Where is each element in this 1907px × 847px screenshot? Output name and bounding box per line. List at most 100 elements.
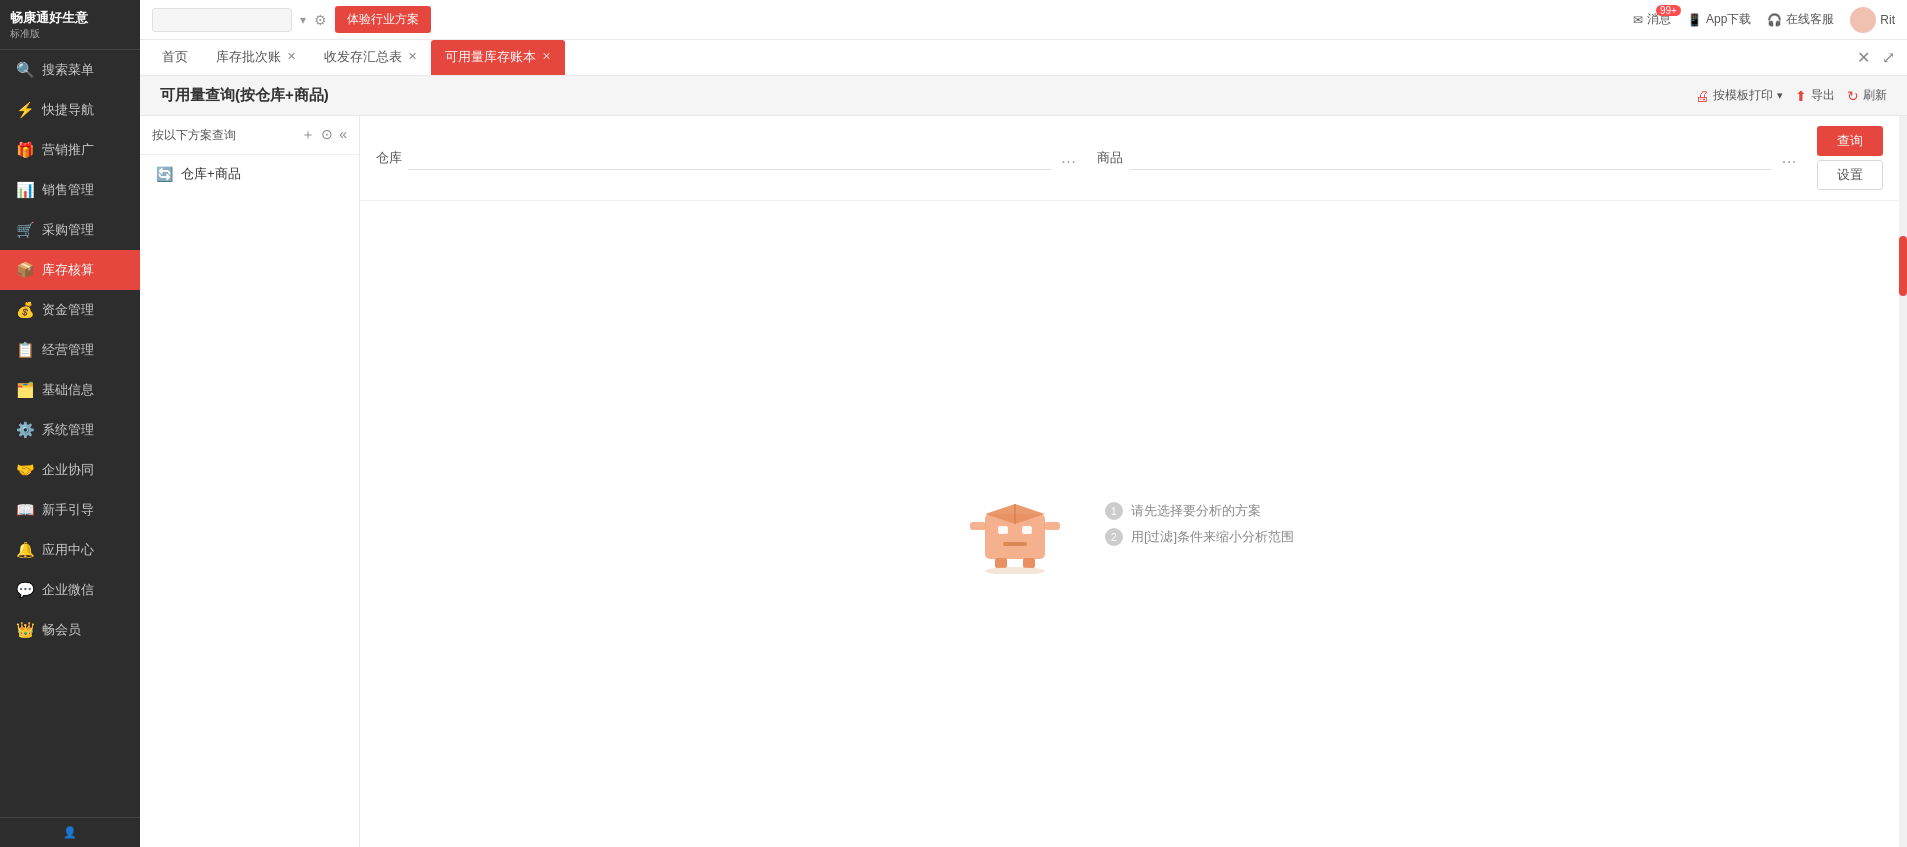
sidebar-item-label: 应用中心 [42,541,94,559]
page-header: 可用量查询(按仓库+商品) 🖨 按模板打印 ▾ ⬆ 导出 ↻ 刷新 [140,76,1907,116]
print-action[interactable]: 🖨 按模板打印 ▾ [1695,87,1783,104]
svg-point-10 [985,567,1045,574]
refresh-icon: ↻ [1847,88,1859,104]
tab-close-icon[interactable]: ✕ [408,50,417,63]
lightning-icon: ⚡ [16,101,34,119]
headset-icon: 🎧 [1767,13,1782,27]
sidebar-item-label: 新手引导 [42,501,94,519]
sidebar-item-label: 营销推广 [42,141,94,159]
svg-rect-7 [1023,558,1035,568]
sidebar-logo: 畅康通好生意 标准版 [0,0,140,50]
brand-name: 畅康通好生意 [10,10,130,27]
refresh-label: 刷新 [1863,87,1887,104]
right-scrollbar[interactable] [1899,116,1907,847]
user-avatar-item[interactable]: Rit [1850,7,1895,33]
filter-scheme-item[interactable]: 🔄 仓库+商品 [140,155,359,193]
page-title: 可用量查询(按仓库+商品) [160,86,329,105]
export-action[interactable]: ⬆ 导出 [1795,87,1835,104]
tab-expand-button[interactable]: ⤢ [1878,44,1899,71]
message-badge: 99+ [1656,5,1681,16]
sidebar-item-search[interactable]: 🔍 搜索菜单 [0,50,140,90]
app-download-label: App下载 [1706,11,1751,28]
query-bar: 仓库 … 商品 … 查询 设置 [360,116,1899,201]
box-icon: 📦 [16,261,34,279]
chart-icon: 📊 [16,181,34,199]
sidebar-item-label: 企业微信 [42,581,94,599]
sidebar-item-label: 企业协同 [42,461,94,479]
svg-rect-4 [1022,526,1032,534]
query-button[interactable]: 查询 [1817,126,1883,156]
tab-close-icon[interactable]: ✕ [287,50,296,63]
message-item[interactable]: ✉ 消息 99+ [1633,11,1671,28]
sidebar-item-label: 销售管理 [42,181,94,199]
refresh-action[interactable]: ↻ 刷新 [1847,87,1887,104]
sidebar-item-shortcuts[interactable]: ⚡ 快捷导航 [0,90,140,130]
sidebar-item-enterprise[interactable]: 🤝 企业协同 [0,450,140,490]
tip-num-2: 2 [1105,528,1123,546]
tab-receive-summary[interactable]: 收发存汇总表 ✕ [310,40,431,75]
tab-batch-ledger-label: 库存批次账 [216,48,281,66]
filter-panel-title: 按以下方案查询 [152,127,236,144]
sidebar-item-label: 系统管理 [42,421,94,439]
tab-home[interactable]: 首页 [148,40,202,75]
add-filter-icon[interactable]: ＋ [301,126,315,144]
online-service-item[interactable]: 🎧 在线客服 [1767,11,1834,28]
collapse-filter-icon[interactable]: « [339,126,347,144]
sidebar-item-sales[interactable]: 📊 销售管理 [0,170,140,210]
svg-rect-6 [995,558,1007,568]
sidebar-item-purchase[interactable]: 🛒 采购管理 [0,210,140,250]
empty-tip-1: 1 请先选择要分析的方案 [1105,502,1294,520]
sidebar-item-enterprise-wechat[interactable]: 💬 企业微信 [0,570,140,610]
search-icon: 🔍 [16,61,34,79]
config-filter-icon[interactable]: ⊙ [321,126,333,144]
sidebar-item-newbie[interactable]: 📖 新手引导 [0,490,140,530]
svg-rect-3 [998,526,1008,534]
sidebar-bottom: 👤 [0,817,140,847]
clipboard-icon: 📋 [16,341,34,359]
gift-icon: 🎁 [16,141,34,159]
brand-tag: 标准版 [10,27,130,41]
sidebar-item-appcenter[interactable]: 🔔 应用中心 [0,530,140,570]
username-label: Rit [1880,13,1895,27]
book-icon: 📖 [16,501,34,519]
sidebar-item-operations[interactable]: 📋 经营管理 [0,330,140,370]
scrollbar-thumb [1899,236,1907,296]
tab-receive-summary-label: 收发存汇总表 [324,48,402,66]
money-icon: 💰 [16,301,34,319]
sidebar-item-finance[interactable]: 💰 资金管理 [0,290,140,330]
sidebar-item-marketing[interactable]: 🎁 营销推广 [0,130,140,170]
tab-close-icon[interactable]: ✕ [542,50,551,63]
warehouse-input[interactable] [408,146,1051,170]
app-download-item[interactable]: 📱 App下载 [1687,11,1751,28]
sidebar-item-basics[interactable]: 🗂️ 基础信息 [0,370,140,410]
sidebar-user-icon: 👤 [63,826,77,838]
sidebar-item-vip[interactable]: 👑 畅会员 [0,610,140,650]
warehouse-more-icon[interactable]: … [1057,149,1081,167]
sidebar-item-label: 基础信息 [42,381,94,399]
topbar-right: ✉ 消息 99+ 📱 App下载 🎧 在线客服 Rit [1633,7,1895,33]
product-field: 商品 … [1097,146,1802,170]
folder-icon: 🗂️ [16,381,34,399]
sidebar-item-system[interactable]: ⚙️ 系统管理 [0,410,140,450]
filter-panel: 按以下方案查询 ＋ ⊙ « 🔄 仓库+商品 [140,116,360,847]
topbar-search-input[interactable] [152,8,292,32]
empty-tip-2: 2 用[过滤]条件来缩小分析范围 [1105,528,1294,546]
tab-available-qty[interactable]: 可用量库存账本 ✕ [431,40,565,75]
settings-icon[interactable]: ⚙ [314,12,327,28]
chevron-down-icon[interactable]: ▾ [300,13,306,27]
product-input[interactable] [1129,146,1772,170]
export-icon: ⬆ [1795,88,1807,104]
industry-solution-button[interactable]: 体验行业方案 [335,6,431,33]
empty-state: 1 请先选择要分析的方案 2 用[过滤]条件来缩小分析范围 [360,201,1899,847]
tab-batch-ledger[interactable]: 库存批次账 ✕ [202,40,310,75]
main-area: ▾ ⚙ 体验行业方案 ✉ 消息 99+ 📱 App下载 🎧 在线客服 Rit [140,0,1907,847]
product-more-icon[interactable]: … [1777,149,1801,167]
empty-tips: 1 请先选择要分析的方案 2 用[过滤]条件来缩小分析范围 [1105,502,1294,546]
sidebar-item-inventory[interactable]: 📦 库存核算 [0,250,140,290]
warehouse-label: 仓库 [376,149,402,167]
tab-close-button[interactable]: ✕ [1853,44,1874,71]
crown-icon: 👑 [16,621,34,639]
phone-icon: 📱 [1687,13,1702,27]
setting-button[interactable]: 设置 [1817,160,1883,190]
chevron-down-icon[interactable]: ▾ [1777,89,1783,102]
